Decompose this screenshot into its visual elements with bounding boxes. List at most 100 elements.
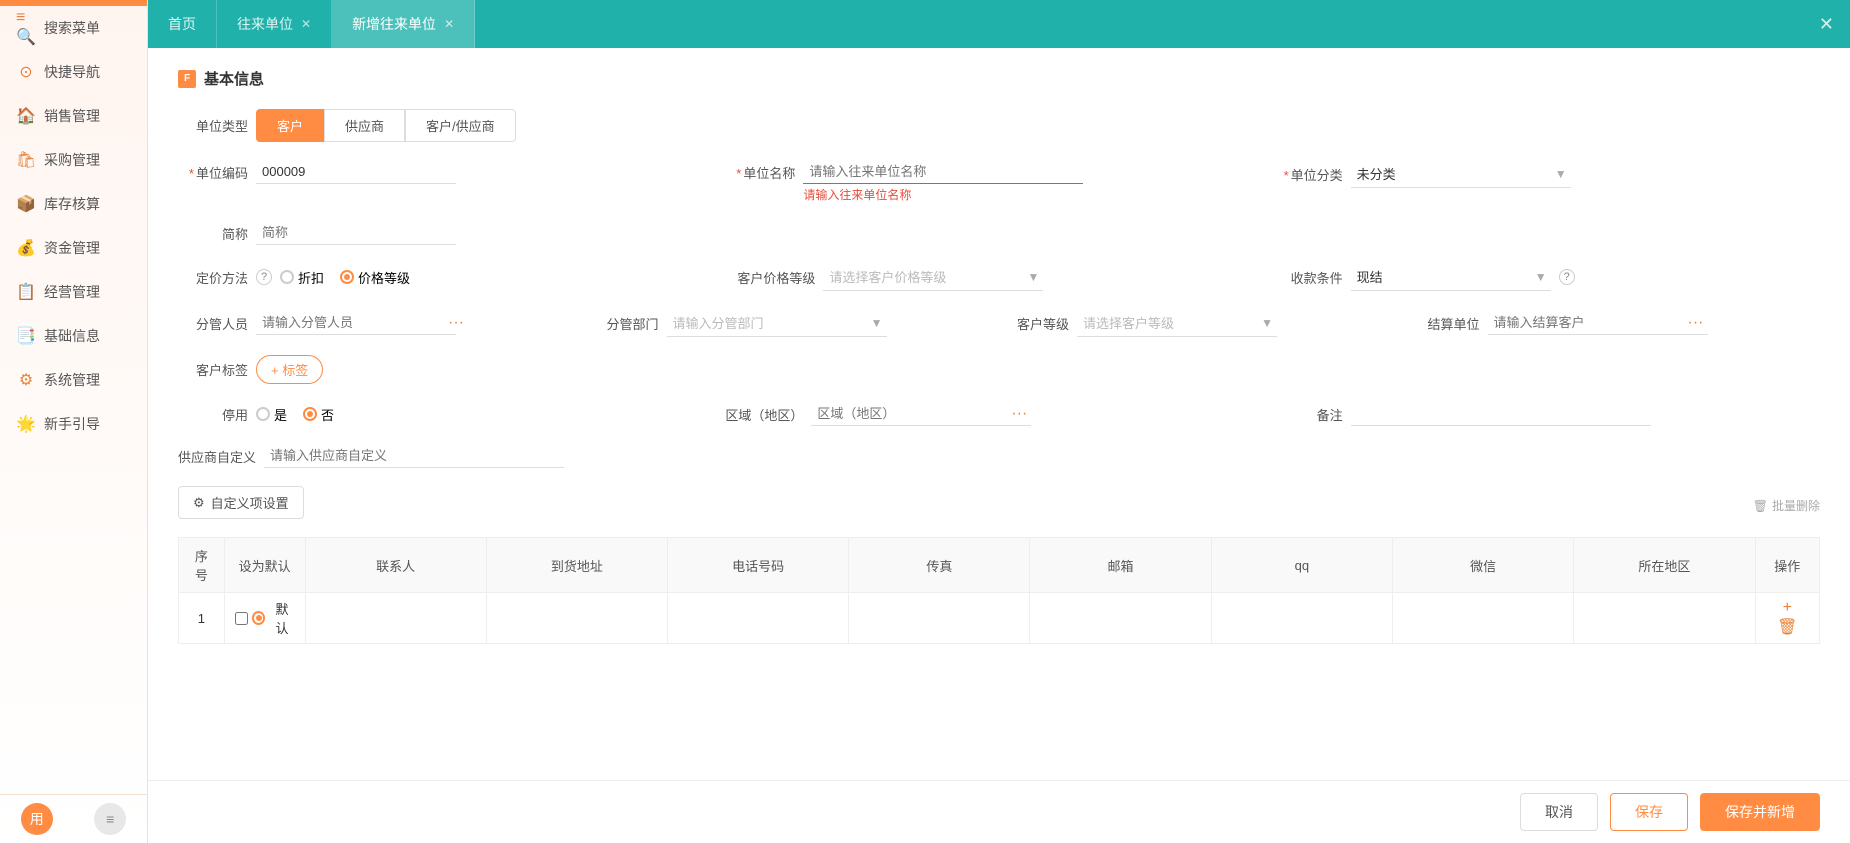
col-default: 设为默认 [224,538,305,593]
cell-contact[interactable] [305,593,486,644]
dept-label: 分管部门 [589,314,659,333]
sidebar-item-label: 新手引导 [44,414,100,434]
payment-terms-select[interactable]: 现结 ▼ [1351,263,1551,291]
settlement-ellipsis-btn[interactable]: ··· [1684,314,1708,332]
cell-address[interactable] [486,593,667,644]
sidebar-item-sales[interactable]: 🏠 销售管理 [0,94,147,138]
radio-discount[interactable]: 折扣 [280,268,324,287]
disabled-row: 停用 是 否 区域（地区） ··· [178,402,1820,426]
unit-category-group: *单位分类 未分类 ▼ [1273,160,1820,188]
customer-price-level-select[interactable]: 请选择客户价格等级 ▼ [823,263,1043,291]
remark-group: 备注 [1273,402,1820,426]
phone-input[interactable] [678,611,838,626]
disabled-group: 停用 是 否 [178,405,725,424]
region-input[interactable] [811,402,1007,425]
payment-help-icon[interactable]: ? [1559,269,1575,285]
tab-home[interactable]: 首页 [148,0,217,48]
save-new-button[interactable]: 保存并新增 [1700,793,1820,831]
radio-price-level[interactable]: 价格等级 [340,268,410,287]
cell-fax[interactable] [849,593,1030,644]
delete-row-btn[interactable]: 🗑 [1774,617,1800,637]
sidebar-item-operations[interactable]: 📋 经营管理 [0,270,147,314]
region-input-wrap: ··· [811,402,1031,426]
qq-input[interactable] [1222,611,1382,626]
customer-level-placeholder: 请选择客户等级 [1077,309,1257,336]
sidebar-item-label: 采购管理 [44,150,100,170]
radio-no[interactable]: 否 [303,405,334,424]
sidebar-item-label: 快捷导航 [44,62,100,82]
sidebar-item-base-info[interactable]: 📑 基础信息 [0,314,147,358]
region-ellipsis-btn[interactable]: ··· [1007,405,1031,423]
manager-ellipsis-btn[interactable]: ··· [444,314,468,332]
radio-discount-label: 折扣 [298,268,324,287]
tab-partner[interactable]: 往来单位 ✕ [217,0,332,48]
add-tag-button[interactable]: + 标签 [256,355,323,384]
pricing-method-group: 定价方法 ? 折扣 价格等级 [178,268,725,287]
sidebar-item-search[interactable]: ≡🔍 搜索菜单 [0,6,147,50]
cell-wechat[interactable] [1393,593,1574,644]
unit-name-input[interactable] [803,160,1083,184]
batch-delete-label: 批量删除 [1772,497,1820,514]
short-name-input[interactable] [256,221,456,245]
type-btn-both[interactable]: 客户/供应商 [405,109,516,142]
wechat-input[interactable] [1403,611,1563,626]
email-input[interactable] [1040,611,1200,626]
unit-type-group: 单位类型 客户 供应商 客户/供应商 [178,109,1820,142]
supplier-custom-input[interactable] [264,444,564,468]
pricing-help-icon[interactable]: ? [256,269,272,285]
radio-yes[interactable]: 是 [256,405,287,424]
address-input[interactable] [497,611,657,626]
cell-phone[interactable] [667,593,848,644]
cell-region[interactable] [1574,593,1755,644]
custom-settings-button[interactable]: ⚙ 自定义项设置 [178,486,304,519]
tab-bar-close-btn[interactable]: ✕ [1819,14,1834,35]
settlement-input-wrap: ··· [1488,311,1708,335]
type-btn-customer[interactable]: 客户 [256,109,324,142]
cancel-button[interactable]: 取消 [1520,793,1598,831]
contact-input[interactable] [316,611,476,626]
cell-qq[interactable] [1211,593,1392,644]
radio-circle-price-level [340,270,354,284]
fax-input[interactable] [859,611,1019,626]
dept-select[interactable]: 请输入分管部门 ▼ [667,309,887,337]
sidebar-item-system[interactable]: ⚙ 系统管理 [0,358,147,402]
row-checkbox[interactable] [235,612,248,625]
sidebar-item-purchase[interactable]: 🛍 采购管理 [0,138,147,182]
sidebar-item-finance[interactable]: 💰 资金管理 [0,226,147,270]
manager-input[interactable] [256,311,444,334]
unit-category-select[interactable]: 未分类 ▼ [1351,160,1571,188]
sidebar-item-inventory[interactable]: 📦 库存核算 [0,182,147,226]
save-button[interactable]: 保存 [1610,793,1688,831]
region-input-table[interactable] [1584,611,1744,626]
sales-icon: 🏠 [16,106,36,126]
type-btn-supplier[interactable]: 供应商 [324,109,405,142]
customer-tag-group: 客户标签 + 标签 [178,355,1820,384]
add-row-btn[interactable]: + [1780,599,1795,617]
footer: 取消 保存 保存并新增 [148,780,1850,843]
tab-new-partner[interactable]: 新增往来单位 ✕ [332,0,475,48]
user-avatar[interactable]: 用 [21,803,53,835]
tab-partner-close[interactable]: ✕ [301,17,311,31]
sidebar-item-quick-nav[interactable]: ⊙ 快捷导航 [0,50,147,94]
cell-email[interactable] [1030,593,1211,644]
default-radio[interactable]: 默认 [252,599,295,637]
expand-icon[interactable]: ≡ [94,803,126,835]
remark-input[interactable] [1351,402,1651,426]
settlement-group: 结算单位 ··· [1410,311,1821,335]
supplier-custom-row: 供应商自定义 [178,444,1820,468]
main-area: 首页 往来单位 ✕ 新增往来单位 ✕ ✕ F 基本信息 单位类型 客户 供应商 … [148,0,1850,843]
sidebar-item-guide[interactable]: 🌟 新手引导 [0,402,147,446]
unit-category-value: 未分类 [1351,160,1551,187]
customer-tag-label: 客户标签 [178,360,248,379]
base-info-icon: 📑 [16,326,36,346]
unit-category-label: *单位分类 [1273,165,1343,184]
contact-table: 序号 设为默认 联系人 到货地址 电话号码 传真 邮箱 qq 微信 所在地区 操… [178,537,1820,644]
settlement-input[interactable] [1488,311,1684,334]
batch-delete-button[interactable]: 🗑 批量删除 [1753,497,1820,514]
customer-level-select[interactable]: 请选择客户等级 ▼ [1077,309,1277,337]
col-email: 邮箱 [1030,538,1211,593]
col-action: 操作 [1755,538,1819,593]
tab-new-partner-close[interactable]: ✕ [444,17,454,31]
unit-code-input[interactable] [256,160,456,184]
sidebar-item-label: 基础信息 [44,326,100,346]
